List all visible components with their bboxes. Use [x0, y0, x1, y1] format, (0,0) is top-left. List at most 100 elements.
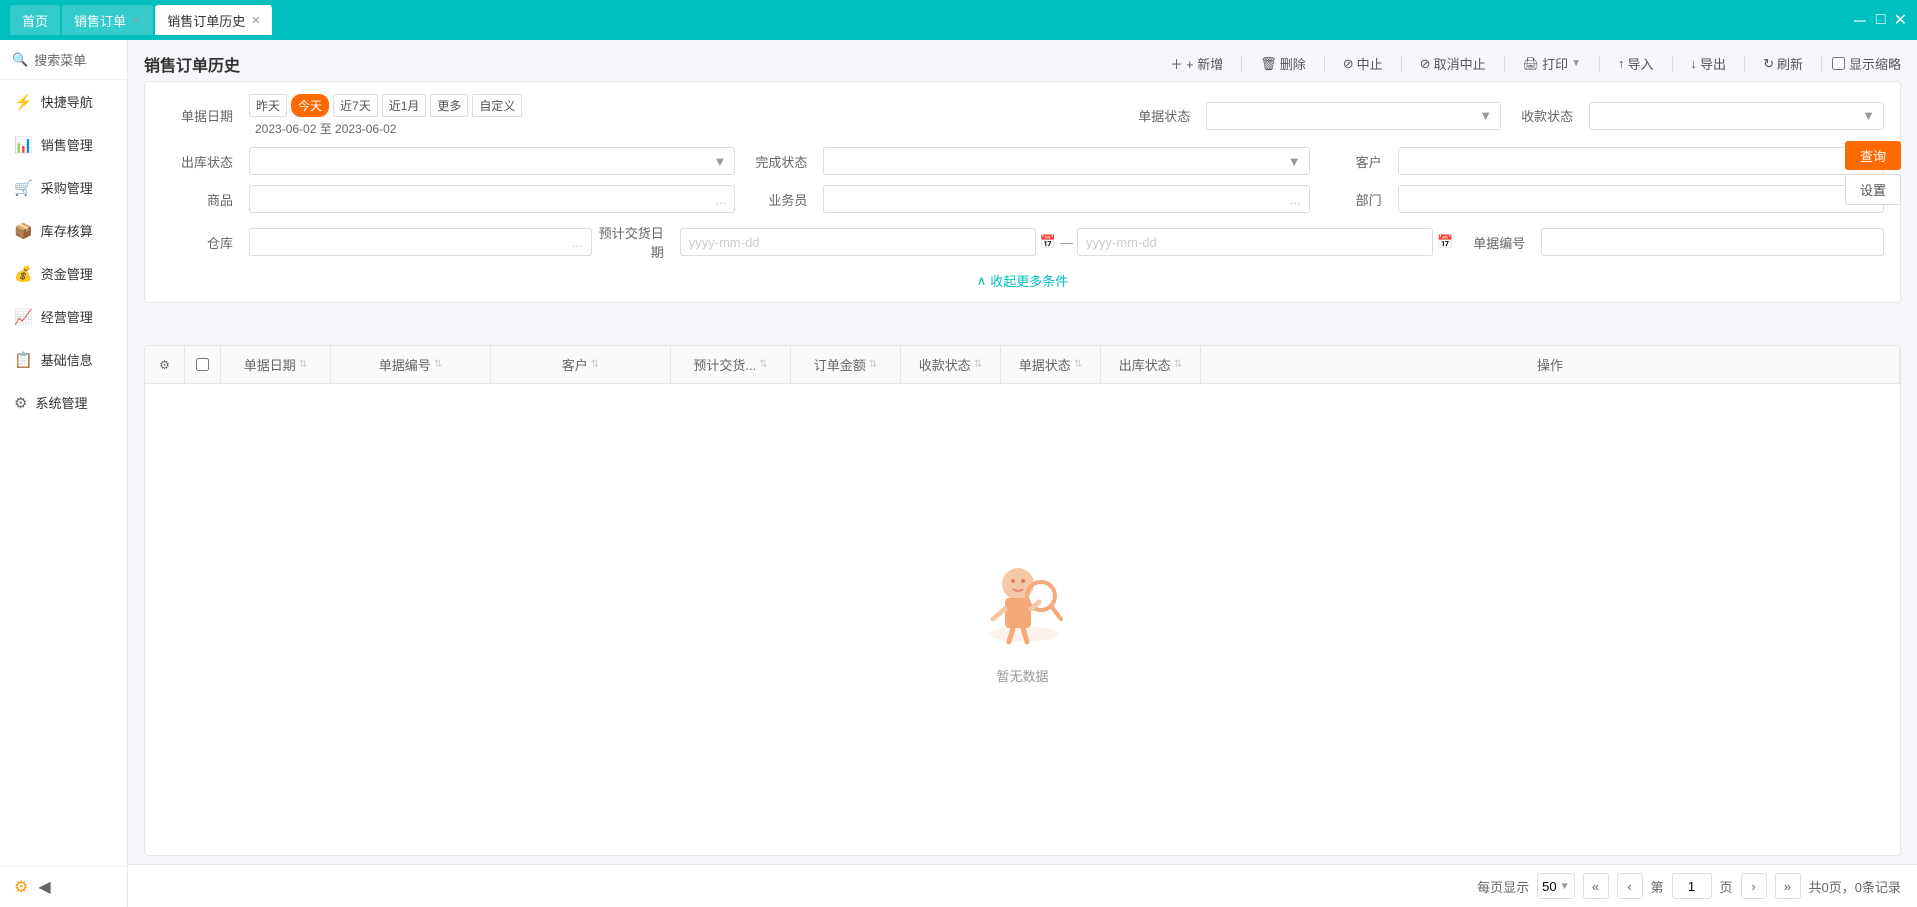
tab-sales-order-close[interactable]: ✕ — [132, 14, 141, 27]
bill-status-label: 单据状态 — [1118, 106, 1198, 125]
window-maximize-icon[interactable]: □ — [1876, 11, 1886, 29]
last-page-button[interactable]: » — [1775, 873, 1801, 899]
export-button[interactable]: ↓ 导出 — [1681, 50, 1737, 77]
customer-input[interactable]: ... — [1398, 147, 1884, 175]
per-page-label: 每页显示 — [1477, 877, 1529, 896]
calendar-icon-2[interactable]: 📅 — [1437, 234, 1453, 250]
display-cols-checkbox[interactable] — [1832, 57, 1845, 70]
collapse-row[interactable]: ∧ 收起更多条件 — [161, 271, 1884, 290]
tab-sales-order[interactable]: 销售订单 ✕ — [62, 5, 153, 35]
date-btn-custom[interactable]: 自定义 — [472, 94, 522, 117]
bill-status-arrow-icon: ▼ — [1479, 108, 1492, 123]
sidebar-item-quick-nav[interactable]: ⚡ 快捷导航 — [0, 80, 127, 123]
inventory-icon: 📦 — [14, 222, 33, 240]
th-customer[interactable]: 客户 ⇅ — [491, 346, 671, 383]
stop-label: 中止 — [1357, 54, 1383, 73]
complete-select[interactable]: ▼ — [823, 147, 1309, 175]
settings-label: 设置 — [1860, 183, 1886, 198]
next-page-button[interactable]: › — [1741, 873, 1767, 899]
filter-bill-no-col: 单据编号 — [1453, 228, 1884, 256]
stock-out-select[interactable]: ▼ — [249, 147, 735, 175]
filter-stock-col: 出库状态 ▼ — [161, 147, 735, 175]
th-amount[interactable]: 订单金额 ⇅ — [791, 346, 901, 383]
select-all-checkbox[interactable] — [196, 358, 209, 371]
th-stock-status-sort-icon: ⇅ — [1174, 359, 1182, 370]
bill-no-input[interactable] — [1541, 228, 1884, 256]
sidebar-item-finance[interactable]: 💰 资金管理 — [0, 252, 127, 295]
sidebar-item-purchase[interactable]: 🛒 采购管理 — [0, 166, 127, 209]
refresh-label: 刷新 — [1777, 54, 1803, 73]
filter-customer-col: 客户 ... — [1310, 147, 1884, 175]
date-btn-7days[interactable]: 近7天 — [333, 94, 378, 117]
cancel-stop-button[interactable]: ⊘ 取消中止 — [1410, 50, 1496, 77]
calendar-icon-1[interactable]: 📅 — [1040, 234, 1056, 250]
sidebar-item-system[interactable]: ⚙ 系统管理 — [0, 381, 127, 424]
salesperson-input[interactable]: ... — [823, 185, 1309, 213]
import-button[interactable]: ↑ 导入 — [1608, 50, 1664, 77]
prev-page-button[interactable]: ‹ — [1617, 873, 1643, 899]
page-number-input[interactable] — [1672, 873, 1712, 899]
sidebar-item-operations[interactable]: 📈 经营管理 — [0, 295, 127, 338]
tab-sales-history-close[interactable]: ✕ — [251, 14, 260, 27]
per-page-select[interactable]: 50 ▼ — [1537, 873, 1574, 899]
payment-status-label: 收款状态 — [1501, 106, 1581, 125]
sidebar-settings-icon[interactable]: ⚙ — [14, 877, 28, 897]
th-order-no-sort-icon: ⇅ — [434, 359, 442, 370]
goods-input[interactable]: ... — [249, 185, 735, 213]
sidebar-item-system-label: 系统管理 — [35, 393, 87, 412]
th-order-no-label: 单据编号 — [379, 355, 431, 374]
filter-section: 单据日期 昨天 今天 近7天 近1月 更多 自定义 2023-06-02 至 2… — [144, 81, 1901, 303]
sidebar-search[interactable]: 🔍 搜索菜单 — [0, 40, 127, 80]
date-btn-1month[interactable]: 近1月 — [382, 94, 427, 117]
delivery-date-from[interactable]: yyyy-mm-dd — [680, 228, 1036, 256]
system-icon: ⚙ — [14, 394, 27, 412]
sidebar-item-basic-info[interactable]: 📋 基础信息 — [0, 338, 127, 381]
page-suffix-label: 页 — [1720, 877, 1733, 896]
sidebar-item-sales-label: 销售管理 — [41, 135, 93, 154]
date-btn-today[interactable]: 今天 — [291, 94, 329, 117]
window-close-icon[interactable]: ✕ — [1894, 10, 1907, 30]
delivery-date-to[interactable]: yyyy-mm-dd — [1077, 228, 1433, 256]
date-filter-label: 单据日期 — [161, 106, 241, 125]
th-stock-status[interactable]: 出库状态 ⇅ — [1101, 346, 1201, 383]
th-delivery[interactable]: 预计交货... ⇅ — [671, 346, 791, 383]
th-payment[interactable]: 收款状态 ⇅ — [901, 346, 1001, 383]
sidebar-collapse-icon[interactable]: ◀ — [38, 877, 50, 897]
filter-date-col: 单据日期 昨天 今天 近7天 近1月 更多 自定义 2023-06-02 至 2… — [161, 94, 1118, 137]
display-cols-toggle[interactable]: 显示缩略 — [1832, 54, 1901, 73]
th-order-no[interactable]: 单据编号 ⇅ — [331, 346, 491, 383]
cancel-stop-icon: ⊘ — [1420, 56, 1431, 72]
dept-select[interactable]: ▼ — [1398, 185, 1884, 213]
bill-status-select[interactable]: ▼ — [1206, 102, 1501, 130]
tab-sales-history[interactable]: 销售订单历史 ✕ — [155, 5, 272, 35]
print-icon: 🖨 — [1523, 56, 1540, 72]
first-page-button[interactable]: « — [1583, 873, 1609, 899]
warehouse-input[interactable]: ... — [249, 228, 592, 256]
bill-no-label: 单据编号 — [1453, 233, 1533, 252]
th-date[interactable]: 单据日期 ⇅ — [221, 346, 331, 383]
new-button[interactable]: ＋ + 新增 — [1160, 50, 1233, 77]
th-bill-status[interactable]: 单据状态 ⇅ — [1001, 346, 1101, 383]
complete-arrow-icon: ▼ — [1288, 154, 1301, 169]
quick-nav-icon: ⚡ — [14, 93, 33, 111]
stop-button[interactable]: ⊘ 中止 — [1333, 50, 1393, 77]
main-layout: 🔍 搜索菜单 ⚡ 快捷导航 📊 销售管理 🛒 采购管理 📦 库存核算 💰 资金管… — [0, 40, 1917, 907]
refresh-button[interactable]: ↻ 刷新 — [1753, 50, 1813, 77]
dept-label: 部门 — [1310, 190, 1390, 209]
date-buttons: 昨天 今天 近7天 近1月 更多 自定义 — [249, 94, 522, 117]
settings-button[interactable]: 设置 — [1845, 174, 1901, 205]
sidebar-item-inventory[interactable]: 📦 库存核算 — [0, 209, 127, 252]
date-btn-more[interactable]: 更多 — [430, 94, 468, 117]
tab-home[interactable]: 首页 — [10, 5, 60, 35]
new-label: + 新增 — [1186, 54, 1223, 73]
date-btn-yesterday[interactable]: 昨天 — [249, 94, 287, 117]
th-amount-label: 订单金额 — [814, 355, 866, 374]
delete-button[interactable]: 🗑 删除 — [1250, 50, 1316, 77]
search-icon: 🔍 — [12, 52, 28, 68]
sidebar-item-sales[interactable]: 📊 销售管理 — [0, 123, 127, 166]
window-minimize-icon[interactable]: － — [1852, 8, 1868, 32]
th-settings[interactable]: ⚙ — [145, 346, 185, 383]
print-button[interactable]: 🖨 打印 ▼ — [1513, 50, 1591, 77]
payment-status-select[interactable]: ▼ — [1589, 102, 1884, 130]
query-button[interactable]: 查询 — [1845, 141, 1901, 170]
